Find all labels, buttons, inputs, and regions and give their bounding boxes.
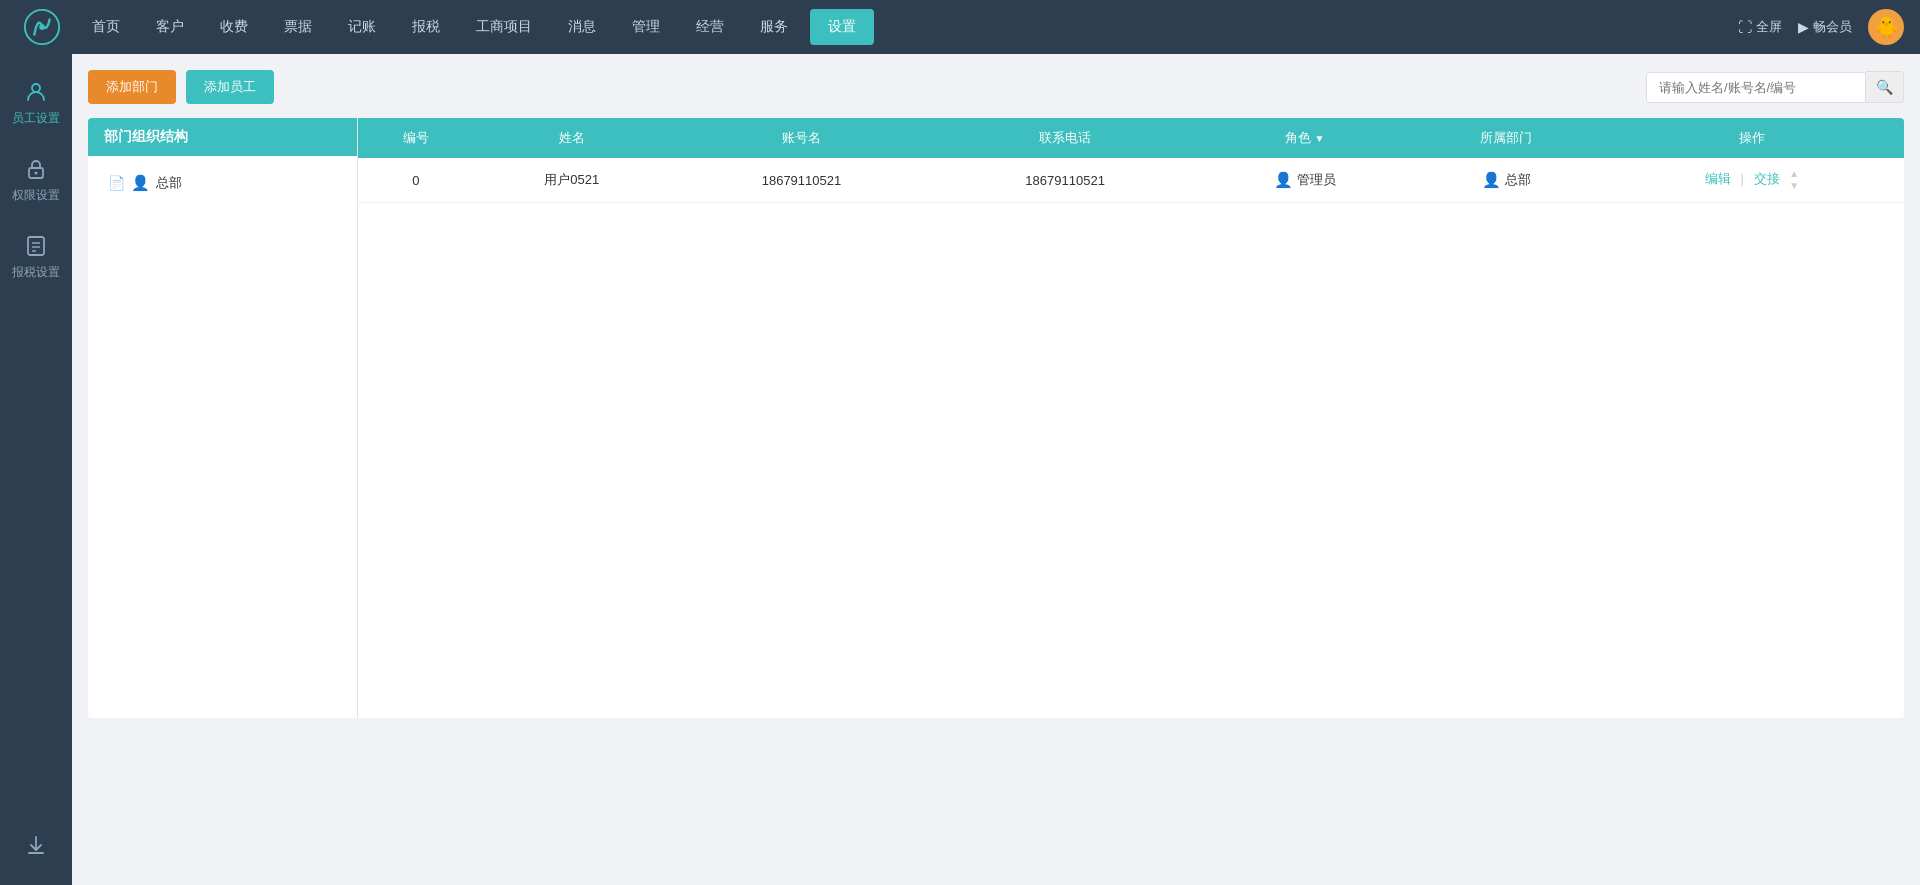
search-wrapper: 🔍	[1646, 71, 1904, 103]
avatar[interactable]: 🐥	[1868, 9, 1904, 45]
table-row: 0 用户0521 18679110521 18679110521 👤 管理员	[358, 158, 1904, 203]
nav-manage[interactable]: 管理	[614, 0, 678, 54]
add-dept-button[interactable]: 添加部门	[88, 70, 176, 104]
sidebar-label-permission: 权限设置	[12, 187, 60, 204]
tree-header: 部门组织结构	[88, 118, 357, 156]
nav-biz[interactable]: 工商项目	[458, 0, 550, 54]
scroll-arrows[interactable]: ▲▼	[1789, 168, 1799, 192]
permission-icon	[22, 155, 50, 183]
vip-button[interactable]: ▶ 畅会员	[1798, 18, 1852, 36]
main-layout: 员工设置 权限设置 报税设置	[0, 54, 1920, 885]
file-icon: 📄	[108, 175, 125, 191]
sidebar: 员工设置 权限设置 报税设置	[0, 54, 72, 885]
tree-panel: 部门组织结构 📄 👤 总部	[88, 118, 358, 718]
employee-table: 编号 姓名 账号名 联系电话 角色 ▼ 所属部门 操作	[358, 118, 1904, 203]
dept-label: 总部	[1505, 171, 1531, 189]
user-group-icon: 👤	[131, 174, 150, 192]
nav-right: ⛶ 全屏 ▶ 畅会员 🐥	[1738, 9, 1920, 45]
vip-icon: ▶	[1798, 19, 1809, 35]
tree-item-label: 总部	[156, 174, 182, 192]
nav-message[interactable]: 消息	[550, 0, 614, 54]
logo	[10, 0, 74, 54]
sidebar-item-employee[interactable]: 员工设置	[0, 64, 72, 141]
content-area: 添加部门 添加员工 🔍 部门组织结构 📄 👤 总部	[72, 54, 1920, 885]
cell-dept: 👤 总部	[1412, 158, 1600, 203]
svg-rect-5	[28, 237, 44, 255]
sidebar-item-taxsettings[interactable]: 报税设置	[0, 218, 72, 295]
nav-settings[interactable]: 设置	[810, 9, 874, 45]
filter-icon[interactable]: ▼	[1314, 133, 1324, 144]
edit-link[interactable]: 编辑	[1705, 171, 1731, 186]
col-id: 编号	[358, 118, 474, 158]
cell-account: 18679110521	[670, 158, 934, 203]
fullscreen-icon: ⛶	[1738, 19, 1752, 35]
fullscreen-label: 全屏	[1756, 18, 1782, 36]
toolbar: 添加部门 添加员工 🔍	[88, 70, 1904, 104]
search-icon: 🔍	[1876, 79, 1893, 95]
svg-point-4	[35, 172, 38, 175]
employee-icon	[22, 78, 50, 106]
dept-badge: 👤 总部	[1482, 171, 1531, 189]
col-dept: 所属部门	[1412, 118, 1600, 158]
tree-body: 📄 👤 总部	[88, 156, 357, 210]
search-input[interactable]	[1646, 72, 1866, 103]
table-header-row: 编号 姓名 账号名 联系电话 角色 ▼ 所属部门 操作	[358, 118, 1904, 158]
nav-items: 首页 客户 收费 票据 记账 报税 工商项目 消息 管理 经营 服务 设置	[74, 0, 1738, 54]
nav-fee[interactable]: 收费	[202, 0, 266, 54]
table-panel: 编号 姓名 账号名 联系电话 角色 ▼ 所属部门 操作	[358, 118, 1904, 718]
nav-accounting[interactable]: 记账	[330, 0, 394, 54]
vip-label: 畅会员	[1813, 18, 1852, 36]
nav-ops[interactable]: 经营	[678, 0, 742, 54]
col-ops: 操作	[1600, 118, 1904, 158]
role-label: 管理员	[1297, 171, 1336, 189]
nav-home[interactable]: 首页	[74, 0, 138, 54]
cell-name: 用户0521	[474, 158, 670, 203]
cell-phone: 18679110521	[933, 158, 1197, 203]
tree-item-headquarters[interactable]: 📄 👤 总部	[104, 168, 341, 198]
nav-tax[interactable]: 报税	[394, 0, 458, 54]
sidebar-label-taxsettings: 报税设置	[12, 264, 60, 281]
add-emp-button[interactable]: 添加员工	[186, 70, 274, 104]
role-badge: 👤 管理员	[1274, 171, 1336, 189]
dept-icon: 👤	[1482, 171, 1501, 189]
col-account: 账号名	[670, 118, 934, 158]
taxsettings-icon	[22, 232, 50, 260]
top-navigation: 首页 客户 收费 票据 记账 报税 工商项目 消息 管理 经营 服务 设置 ⛶ …	[0, 0, 1920, 54]
svg-point-2	[32, 84, 40, 92]
nav-invoice[interactable]: 票据	[266, 0, 330, 54]
svg-point-1	[39, 24, 45, 30]
sidebar-download-button[interactable]	[22, 817, 50, 873]
cell-id: 0	[358, 158, 474, 203]
main-panel: 部门组织结构 📄 👤 总部 编号 姓名 账号名	[88, 118, 1904, 718]
search-button[interactable]: 🔍	[1866, 71, 1904, 103]
fullscreen-button[interactable]: ⛶ 全屏	[1738, 18, 1782, 36]
transfer-link[interactable]: 交接	[1754, 171, 1780, 186]
op-separator: |	[1740, 171, 1743, 186]
col-phone: 联系电话	[933, 118, 1197, 158]
col-name: 姓名	[474, 118, 670, 158]
role-icon: 👤	[1274, 171, 1293, 189]
sidebar-label-employee: 员工设置	[12, 110, 60, 127]
col-role: 角色 ▼	[1197, 118, 1412, 158]
nav-service[interactable]: 服务	[742, 0, 806, 54]
nav-customer[interactable]: 客户	[138, 0, 202, 54]
cell-ops: 编辑 | 交接 ▲▼	[1600, 158, 1904, 203]
cell-role: 👤 管理员	[1197, 158, 1412, 203]
sidebar-item-permission[interactable]: 权限设置	[0, 141, 72, 218]
download-icon	[22, 831, 50, 859]
